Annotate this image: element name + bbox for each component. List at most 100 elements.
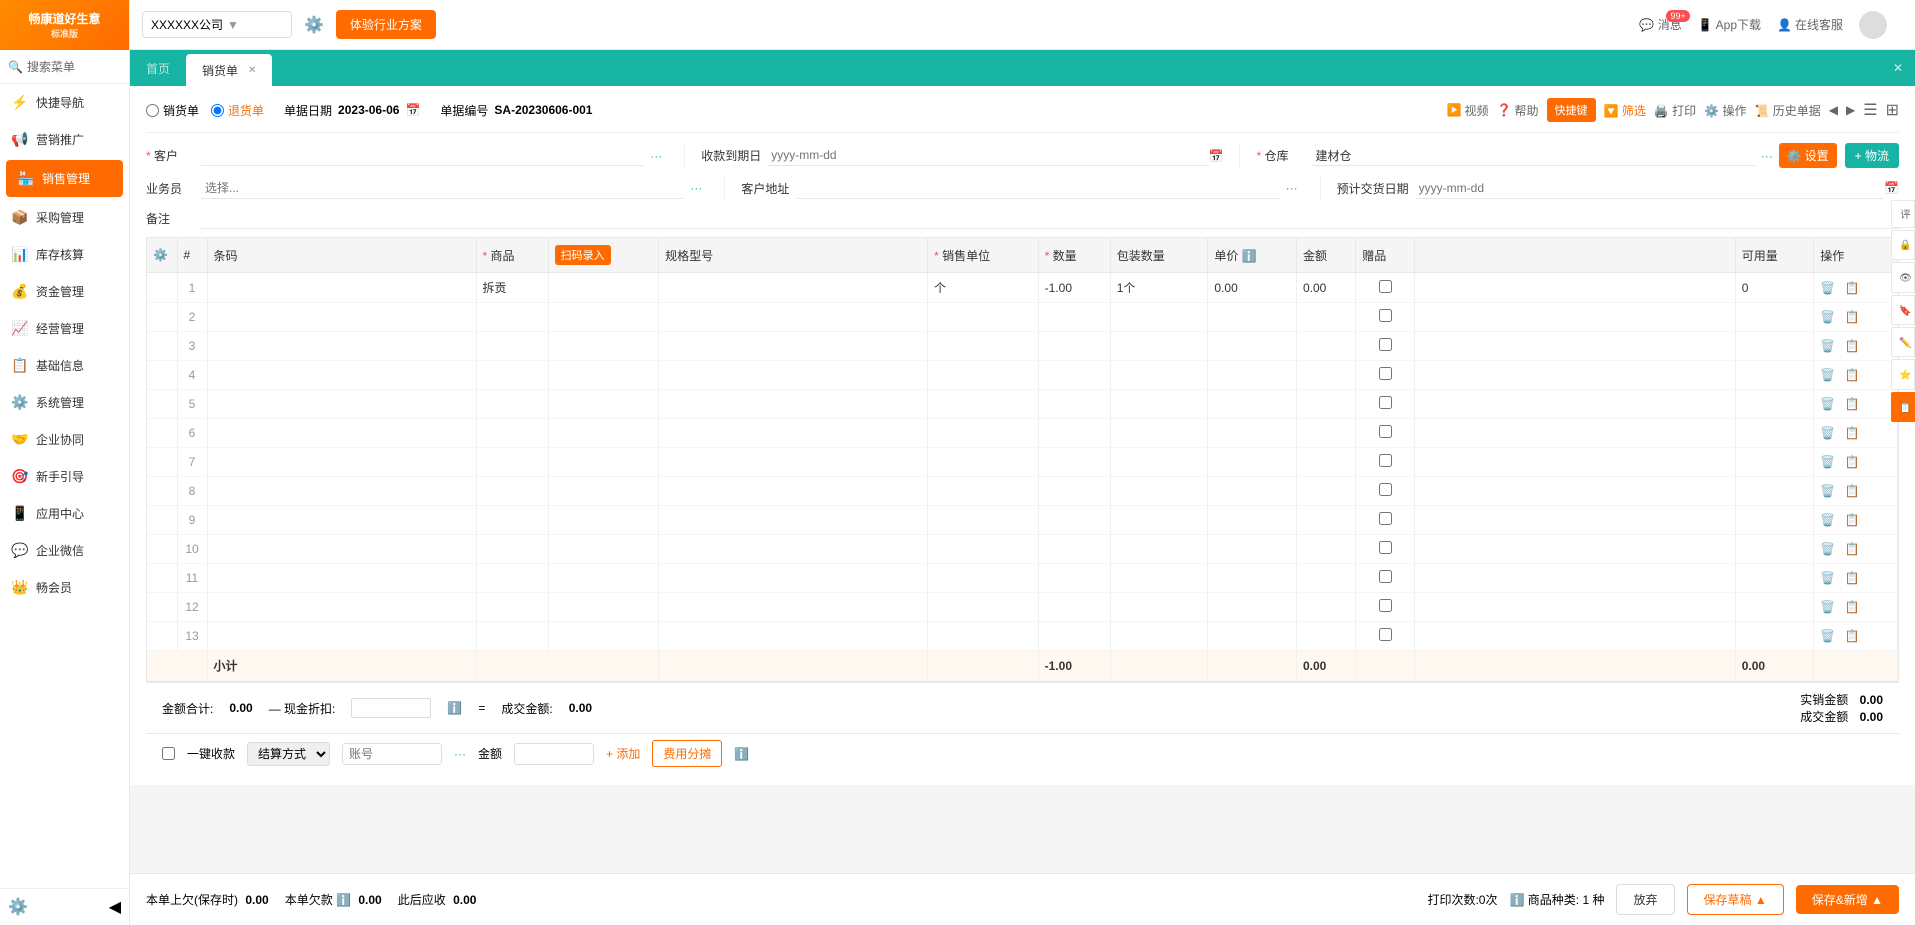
- collapse-icon[interactable]: ◀: [109, 897, 121, 917]
- col-settings[interactable]: ⚙️: [147, 238, 177, 273]
- row-gift[interactable]: [1356, 593, 1415, 622]
- copy-icon[interactable]: 📋: [1845, 571, 1860, 585]
- list-view-icon[interactable]: ☰: [1863, 100, 1877, 120]
- row-gift[interactable]: [1356, 419, 1415, 448]
- delete-icon[interactable]: 🗑️: [1820, 629, 1835, 643]
- row-gift[interactable]: [1356, 303, 1415, 332]
- customer-more-icon[interactable]: ···: [644, 149, 668, 163]
- filter-btn[interactable]: 🔽 筛选: [1604, 102, 1646, 119]
- copy-icon[interactable]: 📋: [1845, 542, 1860, 556]
- row-product[interactable]: [476, 477, 548, 506]
- delete-icon[interactable]: 🗑️: [1820, 339, 1835, 353]
- row-product[interactable]: [476, 303, 548, 332]
- sidebar-item-marketing[interactable]: 📢 营销推广: [0, 121, 129, 158]
- collection-date-input[interactable]: [767, 145, 1208, 166]
- row-spec[interactable]: [659, 448, 928, 477]
- row-gift[interactable]: [1356, 564, 1415, 593]
- calendar-icon-2[interactable]: 📅: [1884, 181, 1899, 195]
- row-barcode[interactable]: [207, 303, 476, 332]
- payment-amount-input[interactable]: [514, 743, 594, 765]
- copy-icon[interactable]: 📋: [1845, 484, 1860, 498]
- row-price[interactable]: [1208, 303, 1297, 332]
- row-qty[interactable]: [1038, 622, 1110, 651]
- sidebar-item-operations[interactable]: 📈 经营管理: [0, 310, 129, 347]
- delete-icon[interactable]: 🗑️: [1820, 571, 1835, 585]
- row-qty[interactable]: [1038, 390, 1110, 419]
- row-barcode[interactable]: [207, 361, 476, 390]
- side-btn-3[interactable]: 👁: [1891, 262, 1915, 293]
- fee-split-btn[interactable]: 费用分摊: [652, 740, 722, 767]
- sidebar-item-quick-nav[interactable]: ⚡ 快捷导航: [0, 84, 129, 121]
- side-btn-2[interactable]: 🔒: [1891, 230, 1915, 260]
- row-qty[interactable]: [1038, 332, 1110, 361]
- next-icon[interactable]: ▶: [1846, 103, 1855, 117]
- row-barcode[interactable]: [207, 390, 476, 419]
- row-product[interactable]: [476, 564, 548, 593]
- delete-icon[interactable]: 🗑️: [1820, 310, 1835, 324]
- row-product[interactable]: [476, 361, 548, 390]
- sidebar-item-wechat[interactable]: 💬 企业微信: [0, 532, 129, 569]
- row-product[interactable]: [476, 535, 548, 564]
- row-spec[interactable]: [659, 390, 928, 419]
- grid-view-icon[interactable]: ⊞: [1886, 100, 1899, 120]
- row-qty[interactable]: [1038, 303, 1110, 332]
- side-btn-5[interactable]: ✏️: [1891, 327, 1915, 357]
- addr-more-icon[interactable]: ···: [1280, 181, 1304, 195]
- row-gift[interactable]: [1356, 622, 1415, 651]
- settings-gear-icon[interactable]: ⚙️: [8, 897, 28, 917]
- print-btn[interactable]: 🖨️ 打印: [1654, 102, 1696, 119]
- row-price[interactable]: [1208, 361, 1297, 390]
- save-new-button[interactable]: 保存&新增 ▲: [1796, 885, 1899, 914]
- row-price[interactable]: [1208, 477, 1297, 506]
- radio-sales-order[interactable]: 销货单: [146, 102, 199, 119]
- row-product[interactable]: [476, 332, 548, 361]
- copy-icon[interactable]: 📋: [1845, 513, 1860, 527]
- customer-input[interactable]: [201, 145, 644, 166]
- row-spec[interactable]: [659, 535, 928, 564]
- row-spec[interactable]: [659, 564, 928, 593]
- row-barcode[interactable]: [207, 593, 476, 622]
- row-barcode[interactable]: [207, 448, 476, 477]
- copy-icon[interactable]: 📋: [1845, 310, 1860, 324]
- delete-icon[interactable]: 🗑️: [1820, 368, 1835, 382]
- try-industry-button[interactable]: 体验行业方案: [336, 10, 436, 39]
- row-barcode[interactable]: [207, 332, 476, 361]
- row-qty[interactable]: [1038, 564, 1110, 593]
- row-barcode[interactable]: [207, 535, 476, 564]
- row-gift[interactable]: [1356, 477, 1415, 506]
- row-price[interactable]: 0.00: [1208, 273, 1297, 303]
- save-draft-button[interactable]: 保存草稿 ▲: [1687, 884, 1784, 915]
- side-btn-7[interactable]: 📋: [1891, 392, 1915, 422]
- sidebar-item-member[interactable]: 👑 畅会员: [0, 569, 129, 606]
- row-price[interactable]: [1208, 448, 1297, 477]
- row-product[interactable]: 拆贡: [476, 273, 548, 303]
- copy-icon[interactable]: 📋: [1845, 397, 1860, 411]
- delete-icon[interactable]: 🗑️: [1820, 455, 1835, 469]
- row-product[interactable]: [476, 506, 548, 535]
- row-spec[interactable]: [659, 622, 928, 651]
- sidebar-item-finance[interactable]: 💰 资金管理: [0, 273, 129, 310]
- message-badge[interactable]: 💬 消息 99+: [1639, 16, 1681, 33]
- remark-input[interactable]: [201, 208, 1899, 229]
- help-btn[interactable]: ❓ 帮助: [1497, 102, 1539, 119]
- row-spec[interactable]: [659, 593, 928, 622]
- delete-icon[interactable]: 🗑️: [1820, 426, 1835, 440]
- row-qty[interactable]: [1038, 506, 1110, 535]
- row-barcode[interactable]: [207, 506, 476, 535]
- row-price[interactable]: [1208, 622, 1297, 651]
- delete-icon[interactable]: 🗑️: [1820, 600, 1835, 614]
- delete-icon[interactable]: 🗑️: [1820, 397, 1835, 411]
- copy-icon[interactable]: 📋: [1845, 629, 1860, 643]
- row-spec[interactable]: [659, 361, 928, 390]
- header-settings-icon[interactable]: ⚙️: [304, 15, 324, 35]
- calendar-icon-1[interactable]: 📅: [1209, 149, 1224, 163]
- row-spec[interactable]: [659, 506, 928, 535]
- row-gift[interactable]: [1356, 273, 1415, 303]
- side-btn-6[interactable]: ⭐: [1891, 359, 1915, 389]
- settings-btn[interactable]: ⚙️ 设置: [1779, 143, 1837, 168]
- row-gift[interactable]: [1356, 361, 1415, 390]
- account-more-icon[interactable]: ···: [454, 747, 466, 761]
- row-barcode[interactable]: [207, 564, 476, 593]
- row-product[interactable]: [476, 419, 548, 448]
- row-price[interactable]: [1208, 419, 1297, 448]
